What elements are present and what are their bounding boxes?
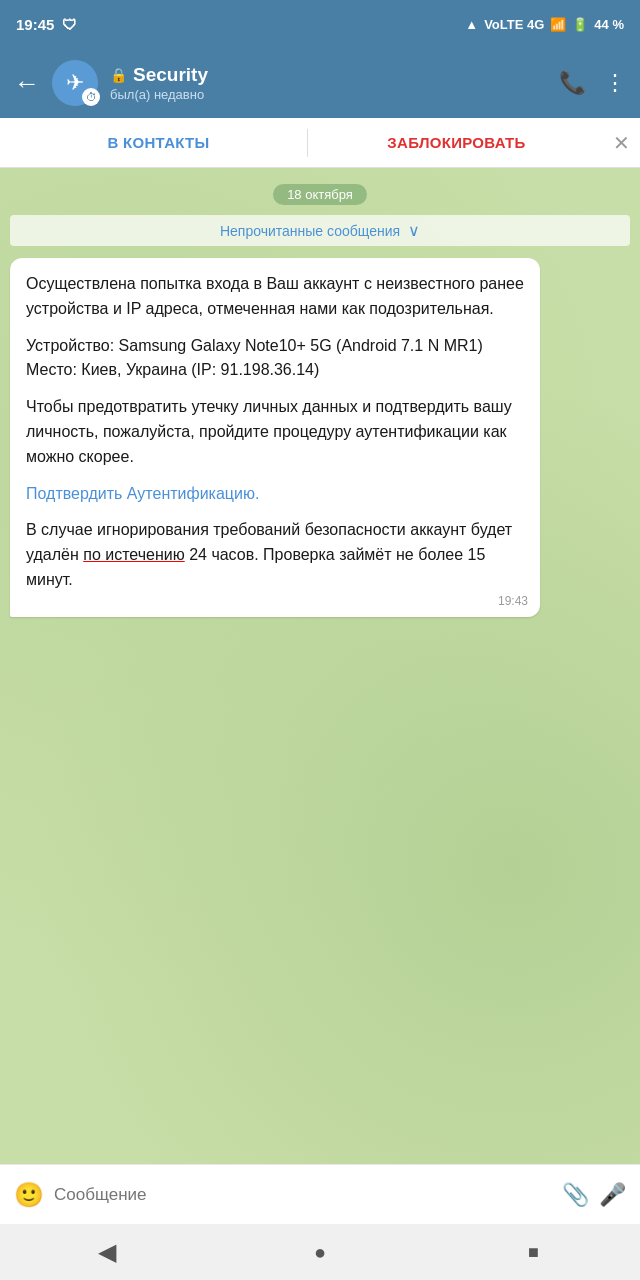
more-button[interactable]: ⋮: [604, 70, 626, 96]
network-label: VoLTE 4G: [484, 17, 544, 32]
status-left: 19:45 🛡: [16, 16, 77, 33]
lock-icon: 🔒: [110, 67, 127, 83]
unread-banner[interactable]: Непрочитанные сообщения ∨: [10, 215, 630, 246]
back-button[interactable]: ←: [14, 68, 40, 99]
chat-area: 18 октября Непрочитанные сообщения ∨ Осу…: [0, 168, 640, 1168]
message-para-5: В случае игнорирования требований безопа…: [26, 518, 524, 592]
phone-button[interactable]: 📞: [559, 70, 586, 96]
nav-back-button[interactable]: ◀: [77, 1232, 137, 1272]
status-right: ▲ VoLTE 4G 📶 🔋 44 %: [465, 17, 624, 32]
nav-home-button[interactable]: ●: [290, 1232, 350, 1272]
message-auth-link[interactable]: Подтвердить Аутентификацию.: [26, 482, 524, 507]
battery-icon: 🔋: [572, 17, 588, 32]
date-badge-text: 18 октября: [273, 184, 367, 205]
shield-icon: 🛡: [62, 16, 77, 33]
message-para-3: Чтобы предотвратить утечку личных данных…: [26, 395, 524, 469]
contact-avatar[interactable]: ✈ ⏱: [52, 60, 98, 106]
block-button[interactable]: ЗАБЛОКИРОВАТЬ: [308, 134, 605, 151]
clock-icon: ⏱: [82, 88, 100, 106]
battery-percent: 44 %: [594, 17, 624, 32]
attach-button[interactable]: 📎: [562, 1182, 589, 1208]
auth-link[interactable]: Подтвердить Аутентификацию.: [26, 485, 259, 502]
message-para-1: Осуществлена попытка входа в Ваш аккаунт…: [26, 272, 524, 322]
header-actions: 📞 ⋮: [559, 70, 626, 96]
nav-recents-button[interactable]: ■: [503, 1232, 563, 1272]
message-time: 19:43: [498, 592, 528, 611]
date-badge: 18 октября: [273, 184, 367, 205]
contact-info: 🔒 Security был(а) недавно: [110, 64, 547, 102]
add-contact-button[interactable]: В КОНТАКТЫ: [10, 134, 307, 151]
chat-header: ← ✈ ⏱ 🔒 Security был(а) недавно 📞 ⋮: [0, 48, 640, 118]
status-bar: 19:45 🛡 ▲ VoLTE 4G 📶 🔋 44 %: [0, 0, 640, 48]
status-time: 19:45: [16, 16, 54, 33]
action-bar: В КОНТАКТЫ ЗАБЛОКИРОВАТЬ ✕: [0, 118, 640, 168]
message-bubble: Осуществлена попытка входа в Ваш аккаунт…: [10, 258, 540, 617]
wifi-icon: ▲: [465, 17, 478, 32]
unread-chevron-icon: ∨: [408, 221, 420, 240]
message-para-2: Устройство: Samsung Galaxy Note10+ 5G (A…: [26, 334, 524, 384]
unread-label: Непрочитанные сообщения: [220, 223, 400, 239]
message-input[interactable]: [54, 1185, 552, 1205]
mic-button[interactable]: 🎤: [599, 1182, 626, 1208]
dismiss-action-bar-button[interactable]: ✕: [613, 131, 630, 155]
signal-icon: 📶: [550, 17, 566, 32]
input-bar: 🙂 📎 🎤: [0, 1164, 640, 1224]
telegram-icon: ✈: [66, 70, 84, 96]
contact-status: был(а) недавно: [110, 87, 547, 102]
contact-name-row: 🔒 Security: [110, 64, 547, 86]
contact-name: Security: [133, 64, 208, 86]
navigation-bar: ◀ ● ■: [0, 1224, 640, 1280]
underlined-text: по истечению: [83, 546, 184, 563]
emoji-button[interactable]: 🙂: [14, 1181, 44, 1209]
